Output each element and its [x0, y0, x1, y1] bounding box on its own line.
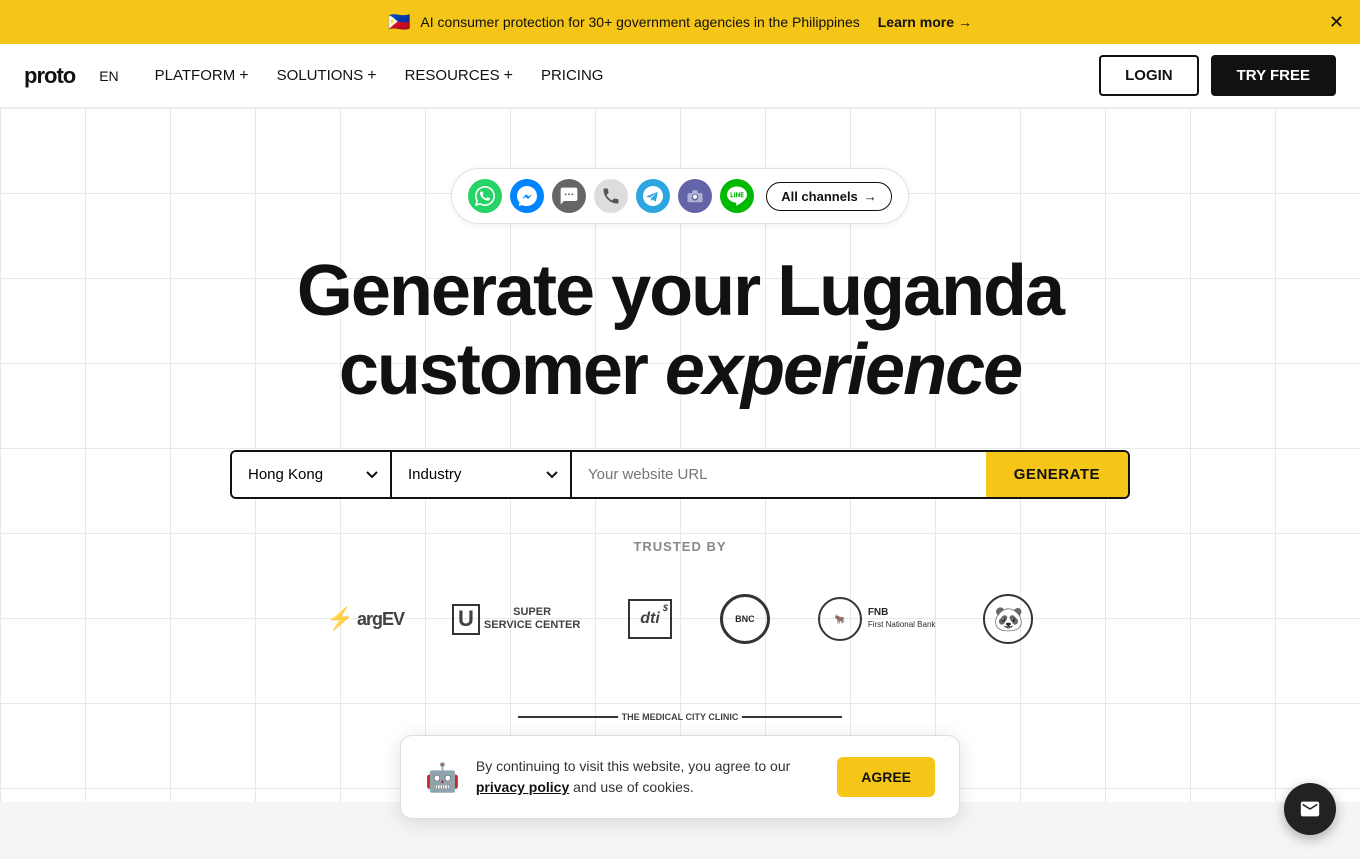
- channel-icons-bar: All channels →: [451, 168, 909, 224]
- generate-button[interactable]: GENERATE: [986, 452, 1128, 497]
- wwf-logo: 🐼: [983, 594, 1033, 644]
- phone-icon[interactable]: [594, 179, 628, 213]
- website-url-input[interactable]: [572, 452, 986, 497]
- agree-button[interactable]: AGREE: [837, 757, 935, 797]
- telegram-icon[interactable]: [636, 179, 670, 213]
- cookie-text: By continuing to visit this website, you…: [476, 756, 821, 798]
- language-selector[interactable]: EN: [99, 68, 118, 84]
- nav-item-solutions[interactable]: SOLUTIONS +: [265, 59, 389, 93]
- trusted-section: TRUSTED BY ⚡argEV U SUPERSERVICE CENTER: [130, 539, 1230, 762]
- lead-generation-form: Hong Kong Philippines Uganda Singapore N…: [230, 450, 1130, 499]
- platform-plus-icon: +: [239, 67, 248, 85]
- super-service-center-logo: U SUPERSERVICE CENTER: [452, 594, 580, 644]
- fnb-logo: 🐂 FNBFirst National Bank: [818, 594, 936, 644]
- main-section: All channels → Generate your Luganda cus…: [0, 108, 1360, 802]
- dti-logo: dti $: [628, 594, 672, 644]
- fab-button[interactable]: [1284, 783, 1336, 835]
- sms-icon[interactable]: [552, 179, 586, 213]
- announcement-bar: 🇵🇭 AI consumer protection for 30+ govern…: [0, 0, 1360, 44]
- hero-content: All channels → Generate your Luganda cus…: [0, 108, 1360, 802]
- login-button[interactable]: LOGIN: [1099, 55, 1199, 96]
- flag-icon: 🇵🇭: [388, 12, 410, 33]
- industry-select[interactable]: Industry Banking & Finance Healthcare Re…: [392, 452, 572, 497]
- learn-more-link[interactable]: Learn more →: [878, 14, 972, 30]
- chargev-logo: ⚡argEV: [327, 594, 404, 644]
- close-announcement-button[interactable]: ✕: [1329, 12, 1344, 33]
- nav-item-pricing[interactable]: PRICING: [529, 59, 616, 92]
- announcement-text: AI consumer protection for 30+ governmen…: [420, 14, 859, 30]
- cookie-icon: 🤖: [425, 761, 460, 794]
- trusted-by-label: TRUSTED BY: [154, 539, 1206, 554]
- line-icon[interactable]: [720, 179, 754, 213]
- resources-plus-icon: +: [504, 67, 513, 85]
- arrow-icon: →: [864, 189, 877, 204]
- announcement-content: 🇵🇭 AI consumer protection for 30+ govern…: [388, 12, 972, 33]
- bnc-logo: BNC: [720, 594, 770, 644]
- nav-item-platform[interactable]: PLATFORM +: [143, 59, 261, 93]
- teams-icon[interactable]: [678, 179, 712, 213]
- nav-actions: LOGIN TRY FREE: [1099, 55, 1336, 96]
- try-free-button[interactable]: TRY FREE: [1211, 55, 1336, 96]
- hero-headline: Generate your Luganda customer experienc…: [297, 252, 1063, 410]
- all-channels-button[interactable]: All channels →: [766, 182, 892, 211]
- solutions-plus-icon: +: [367, 67, 376, 85]
- logo[interactable]: proto: [24, 63, 75, 89]
- nav-item-resources[interactable]: RESOURCES +: [393, 59, 525, 93]
- whatsapp-icon[interactable]: [468, 179, 502, 213]
- navbar: proto EN PLATFORM + SOLUTIONS + RESOURCE…: [0, 44, 1360, 108]
- cookie-banner: 🤖 By continuing to visit this website, y…: [400, 735, 960, 819]
- country-select[interactable]: Hong Kong Philippines Uganda Singapore N…: [232, 452, 392, 497]
- messenger-icon[interactable]: [510, 179, 544, 213]
- nav-items: PLATFORM + SOLUTIONS + RESOURCES + PRICI…: [143, 59, 1099, 93]
- privacy-policy-link[interactable]: privacy policy: [476, 779, 569, 795]
